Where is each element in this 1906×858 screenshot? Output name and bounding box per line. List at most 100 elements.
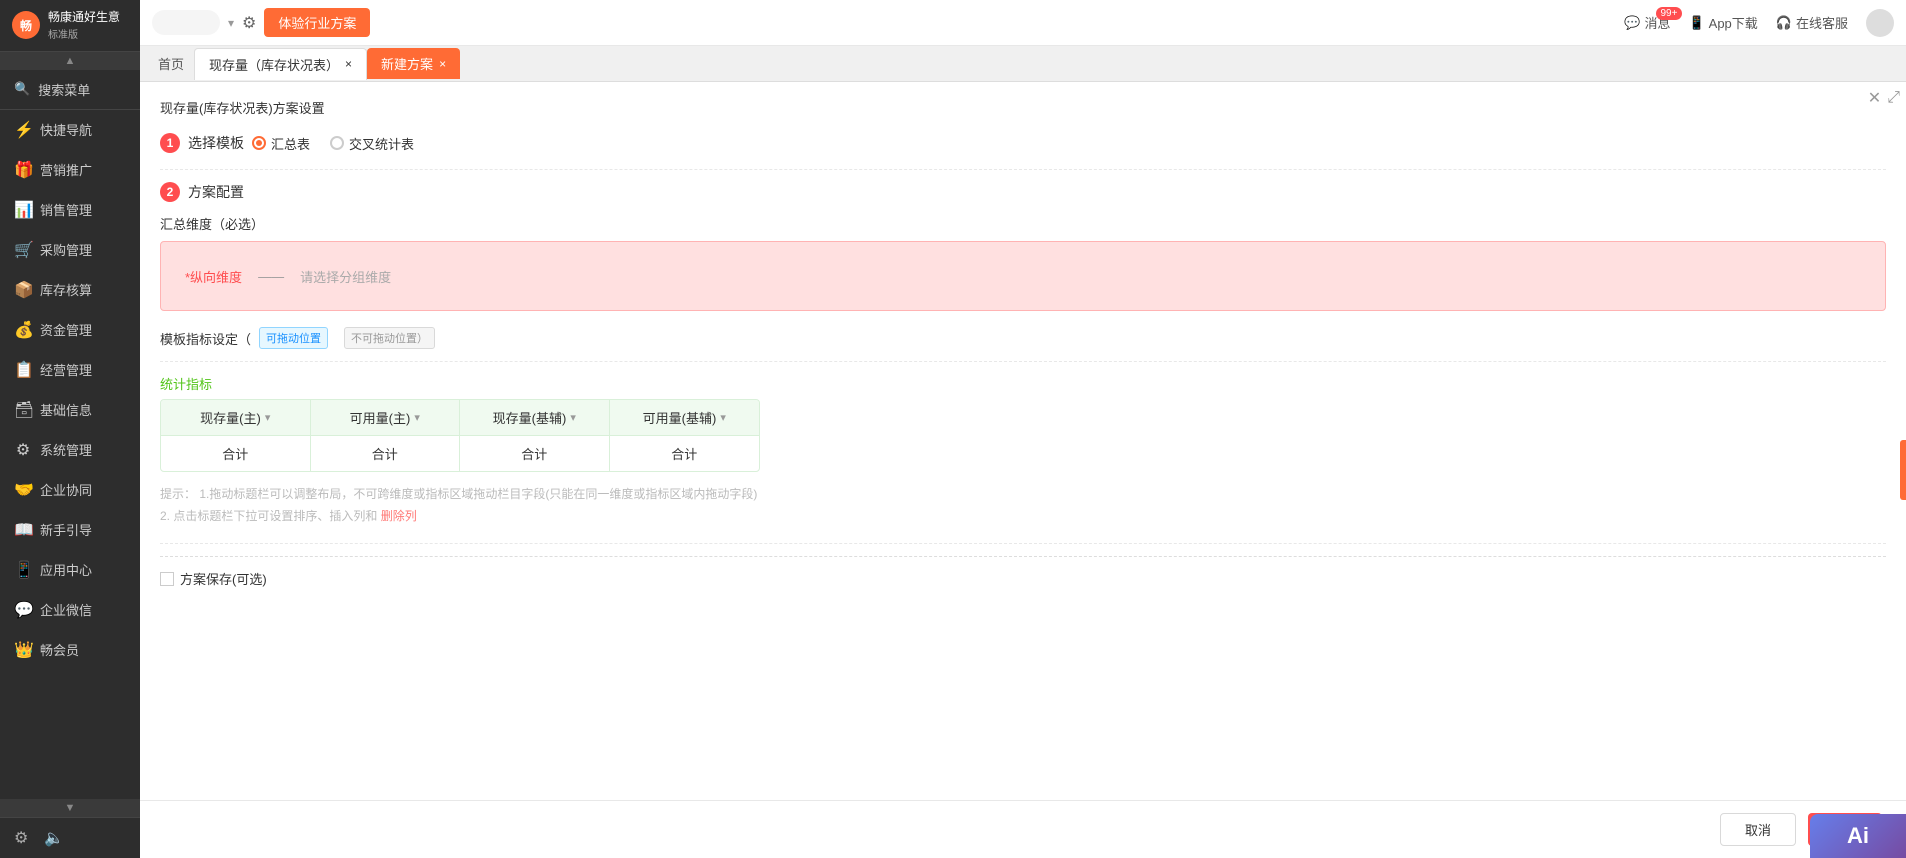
sidebar-item-marketing[interactable]: 🎁 营销推广 [0, 150, 140, 190]
topbar-left: ▾ ⚙ 体验行业方案 [152, 8, 370, 37]
radio-summary-dot [252, 136, 266, 150]
vertical-dim-required-label: *纵向维度 [185, 267, 242, 286]
panel-footer-area: 方案保存(可选) [160, 556, 1886, 588]
dim-placeholder: 请选择分组维度 [300, 267, 391, 286]
app-download-button[interactable]: 📱 App下载 [1688, 13, 1757, 32]
sidebar-label-marketing: 营销推广 [40, 160, 92, 179]
stats-section: 统计指标 现存量(主) ▾ 可用量(主) ▾ [160, 374, 1886, 472]
tip2-highlight: 删除列 [381, 509, 417, 523]
sidebar-item-enterprise[interactable]: 🤝 企业协同 [0, 470, 140, 510]
sidebar-item-sales[interactable]: 📊 销售管理 [0, 190, 140, 230]
bottom-spacer [160, 588, 1886, 648]
tip1-content: 1.拖动标题栏可以调整布局，不可跨维度或指标区域拖动栏目字段(只能在同一维度或指… [199, 487, 757, 501]
sidebar-label-operations: 经营管理 [40, 360, 92, 379]
dimension-area[interactable]: *纵向维度 —— 请选择分组维度 [160, 241, 1886, 311]
step2-header: 2 方案配置 [160, 182, 1886, 202]
main-area: ▾ ⚙ 体验行业方案 💬 消息 99+ 📱 App下载 🎧 在线客服 首页 现存 [140, 0, 1906, 858]
save-label: 方案保存(可选) [180, 569, 267, 588]
divider1 [160, 169, 1886, 170]
online-service-button[interactable]: 🎧 在线客服 [1776, 13, 1848, 32]
stats-title: 统计指标 [160, 374, 1886, 393]
cell-1-1: 合计 [161, 436, 311, 471]
sidebar-item-wechat[interactable]: 💬 企业微信 [0, 590, 140, 630]
template-radio-group: 汇总表 交叉统计表 [252, 134, 414, 153]
topbar-search-box[interactable] [152, 10, 220, 35]
sidebar-item-finance[interactable]: 💰 资金管理 [0, 310, 140, 350]
app-name: 畅康通好生意 [48, 10, 120, 26]
panel: 现存量(库存状况表)方案设置 1 选择模板 汇总表 交叉统计表 [140, 82, 1906, 858]
radio-summary-table[interactable]: 汇总表 [252, 134, 310, 153]
tips-section: 提示： 1.拖动标题栏可以调整布局，不可跨维度或指标区域拖动栏目字段(只能在同一… [160, 484, 1886, 527]
col-2-chevron-icon[interactable]: ▾ [414, 411, 420, 424]
topbar-right: 💬 消息 99+ 📱 App下载 🎧 在线客服 [1624, 9, 1894, 37]
newbie-icon: 📖 [14, 520, 32, 540]
non-draggable-tag: 不可拖动位置） [344, 327, 435, 349]
col-2-label: 可用量(主) [350, 408, 411, 427]
col-1-chevron-icon[interactable]: ▾ [265, 411, 271, 424]
draggable-tag: 可拖动位置 [259, 327, 328, 349]
sidebar-scroll-up[interactable]: ▲ [0, 52, 140, 70]
right-scroll-indicator [1900, 440, 1906, 500]
bottom-actions: 取消 查询 [140, 800, 1906, 858]
tab-inventory-close-icon[interactable]: × [345, 57, 352, 71]
topbar-chevron-icon[interactable]: ▾ [228, 16, 234, 30]
tip2-text: 2. 点击标题栏下拉可设置排序、插入列和 删除列 [160, 506, 1886, 528]
sidebar-item-operations[interactable]: 📋 经营管理 [0, 350, 140, 390]
sidebar-label-wechat: 企业微信 [40, 600, 92, 619]
ai-float-button[interactable]: Ai [1810, 814, 1906, 858]
user-avatar[interactable] [1866, 9, 1894, 37]
tab-home[interactable]: 首页 [148, 48, 194, 79]
panel-close-button[interactable]: ✕ [1868, 88, 1881, 108]
trial-industry-button[interactable]: 体验行业方案 [264, 8, 370, 37]
step1-header: 1 选择模板 汇总表 交叉统计表 [160, 133, 1886, 153]
radio-cross-table[interactable]: 交叉统计表 [330, 134, 414, 153]
sidebar-item-purchase[interactable]: 🛒 采购管理 [0, 230, 140, 270]
message-button[interactable]: 💬 消息 99+ [1624, 13, 1670, 32]
app-download-icon: 📱 [1688, 15, 1704, 31]
sidebar-item-apps[interactable]: 📱 应用中心 [0, 550, 140, 590]
col-header-4[interactable]: 可用量(基辅) ▾ [610, 400, 760, 435]
tab-new-scheme[interactable]: 新建方案 × [367, 48, 460, 79]
cell-1-3: 合计 [460, 436, 610, 471]
sidebar-label-basics: 基础信息 [40, 400, 92, 419]
sidebar-search-label: 搜索菜单 [38, 80, 90, 99]
panel-expand-button[interactable]: ⤢ [1887, 88, 1900, 108]
sidebar-label-purchase: 采购管理 [40, 240, 92, 259]
col-header-3[interactable]: 现存量(基辅) ▾ [460, 400, 610, 435]
quicknav-icon: ⚡ [14, 120, 32, 140]
sidebar-item-quicknav[interactable]: ⚡ 快捷导航 [0, 110, 140, 150]
logo-icon: 畅 [12, 11, 40, 39]
tab-inventory-status[interactable]: 现存量（库存状况表） × [194, 48, 367, 80]
col-3-chevron-icon[interactable]: ▾ [570, 411, 576, 424]
topbar-gear-icon[interactable]: ⚙ [242, 13, 256, 33]
col-4-chevron-icon[interactable]: ▾ [720, 411, 726, 424]
sidebar-item-search[interactable]: 🔍 搜索菜单 [0, 70, 140, 110]
step2-number: 2 [160, 182, 180, 202]
sidebar-item-newbie[interactable]: 📖 新手引导 [0, 510, 140, 550]
sidebar-label-apps: 应用中心 [40, 560, 92, 579]
settings-icon[interactable]: ⚙ [14, 828, 28, 848]
sidebar-scroll-down[interactable]: ▼ [0, 799, 140, 817]
tabs-bar: 首页 现存量（库存状况表） × 新建方案 × [140, 46, 1906, 82]
tab-new-close-icon[interactable]: × [439, 57, 446, 71]
col-header-1[interactable]: 现存量(主) ▾ [161, 400, 311, 435]
sidebar-item-inventory[interactable]: 📦 库存核算 [0, 270, 140, 310]
sidebar-item-basics[interactable]: 🗃 基础信息 [0, 390, 140, 430]
sidebar-label-member: 畅会员 [40, 640, 79, 659]
cancel-button[interactable]: 取消 [1720, 813, 1796, 846]
sidebar-logo: 畅 畅康通好生意 标准版 [0, 0, 140, 52]
indicators-setting-label: 模板指标设定（ 可拖动位置 不可拖动位置） [160, 327, 1886, 349]
col-1-label: 现存量(主) [200, 408, 261, 427]
tab-inventory-label: 现存量（库存状况表） [209, 55, 339, 74]
radio-cross-dot [330, 136, 344, 150]
headset-icon: 🎧 [1776, 15, 1792, 31]
search-icon: 🔍 [14, 81, 30, 97]
save-option[interactable]: 方案保存(可选) [160, 569, 1886, 588]
tip1-text: 提示： 1.拖动标题栏可以调整布局，不可跨维度或指标区域拖动栏目字段(只能在同一… [160, 484, 1886, 506]
save-checkbox[interactable] [160, 572, 174, 586]
audio-icon[interactable]: 🔈 [44, 828, 64, 848]
finance-icon: 💰 [14, 320, 32, 340]
sidebar-item-system[interactable]: ⚙ 系统管理 [0, 430, 140, 470]
col-header-2[interactable]: 可用量(主) ▾ [311, 400, 461, 435]
sidebar-item-member[interactable]: 👑 畅会员 [0, 630, 140, 670]
